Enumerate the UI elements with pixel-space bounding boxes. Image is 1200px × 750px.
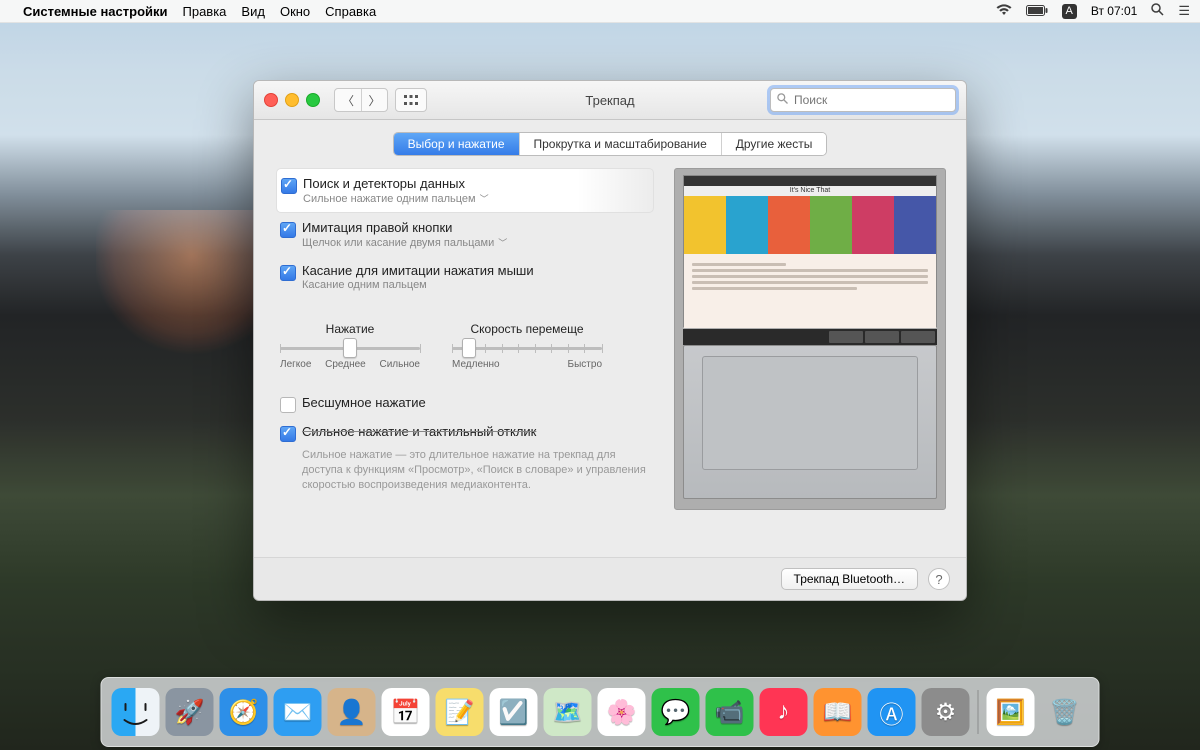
option-lookup[interactable]: Поиск и детекторы данных Сильное нажатие…: [276, 168, 654, 213]
tracking-speed-slider[interactable]: [452, 340, 602, 356]
checkbox-lookup[interactable]: [281, 178, 297, 194]
option-tap-title: Касание для имитации нажатия мыши: [302, 263, 654, 278]
dock-app-system-preferences[interactable]: ⚙: [922, 688, 970, 736]
trackpad-tabs: Выбор и нажатие Прокрутка и масштабирова…: [254, 120, 966, 168]
notification-center-icon[interactable]: ☰: [1178, 3, 1190, 19]
option-silent-click[interactable]: Бесшумное нажатие: [276, 388, 654, 417]
trackpad-content: Поиск и детекторы данных Сильное нажатие…: [254, 168, 966, 557]
input-source-indicator[interactable]: A: [1062, 4, 1077, 19]
nav-forward-button[interactable]: 〉: [361, 89, 387, 111]
menu-item-help[interactable]: Справка: [325, 4, 376, 19]
checkbox-secondary-click[interactable]: [280, 222, 296, 238]
menu-bar: Системные настройки Правка Вид Окно Спра…: [0, 0, 1200, 23]
battery-icon[interactable]: [1026, 4, 1048, 19]
checkbox-silent-click[interactable]: [280, 397, 296, 413]
speed-tick-fast: Быстро: [568, 359, 602, 370]
window-titlebar[interactable]: 〈 〉 Трекпад: [254, 81, 966, 120]
dock-tile-screenshot-tile[interactable]: 🖼️: [987, 688, 1035, 736]
option-force-title: Сильное нажатие и тактильный отклик: [302, 424, 654, 439]
dock-app-photos[interactable]: 🌸: [598, 688, 646, 736]
window-footer: Трекпад Bluetooth… ?: [254, 557, 966, 600]
dock-app-appstore[interactable]: Ⓐ: [868, 688, 916, 736]
click-tick-light: Легкое: [280, 359, 311, 370]
option-tap-to-click[interactable]: Касание для имитации нажатия мыши Касани…: [276, 256, 654, 298]
menu-app-name[interactable]: Системные настройки: [23, 4, 168, 19]
help-button[interactable]: ?: [928, 568, 950, 590]
dock-app-facetime[interactable]: 📹: [706, 688, 754, 736]
dock-app-itunes[interactable]: ♪: [760, 688, 808, 736]
prefs-search-input[interactable]: [792, 92, 951, 108]
window-minimize-button[interactable]: [285, 93, 299, 107]
dock: 🚀🧭✉️👤📅📝☑️🗺️🌸💬📹♪📖Ⓐ⚙ 🖼️ 🗑️: [101, 677, 1100, 747]
click-pressure-slider[interactable]: [280, 340, 420, 356]
option-secondary-click-title: Имитация правой кнопки: [302, 220, 654, 235]
menu-item-edit[interactable]: Правка: [183, 4, 227, 19]
dock-app-finder[interactable]: [112, 688, 160, 736]
search-icon: [777, 93, 788, 107]
prefs-search-field[interactable]: [770, 88, 956, 112]
dock-separator: [978, 690, 979, 734]
option-tap-sub: Касание одним пальцем: [302, 279, 654, 291]
trackpad-preferences-window: 〈 〉 Трекпад Выбор и нажатие Прокрутка и …: [253, 80, 967, 601]
wifi-icon[interactable]: [996, 4, 1012, 19]
option-lookup-title: Поиск и детекторы данных: [303, 176, 653, 191]
click-tick-firm: Сильное: [380, 359, 421, 370]
menu-clock[interactable]: Вт 07:01: [1091, 4, 1137, 18]
tab-point-click[interactable]: Выбор и нажатие: [394, 133, 519, 155]
dock-app-contacts[interactable]: 👤: [328, 688, 376, 736]
dock-app-ibooks[interactable]: 📖: [814, 688, 862, 736]
menu-item-view[interactable]: Вид: [241, 4, 265, 19]
click-tick-medium: Среднее: [325, 359, 366, 370]
window-close-button[interactable]: [264, 93, 278, 107]
window-zoom-button[interactable]: [306, 93, 320, 107]
dock-app-notes[interactable]: 📝: [436, 688, 484, 736]
bluetooth-trackpad-button[interactable]: Трекпад Bluetooth…: [781, 568, 918, 590]
click-slider-label: Нажатие: [280, 322, 420, 336]
speed-tick-slow: Медленно: [452, 359, 500, 370]
spotlight-icon[interactable]: [1151, 3, 1164, 19]
nav-back-button[interactable]: 〈: [335, 89, 361, 111]
option-lookup-sub[interactable]: Сильное нажатие одним пальцем: [303, 193, 476, 205]
dock-app-mail[interactable]: ✉️: [274, 688, 322, 736]
force-click-description: Сильное нажатие — это длительное нажатие…: [302, 448, 654, 493]
dock-app-calendar[interactable]: 📅: [382, 688, 430, 736]
tracking-speed-slider-block: Скорость перемеще Медленно Быстро: [452, 322, 602, 370]
dock-app-safari[interactable]: 🧭: [220, 688, 268, 736]
gesture-preview: It's Nice That: [674, 168, 946, 510]
checkbox-force-click[interactable]: [280, 426, 296, 442]
chevron-down-icon[interactable]: ﹀: [480, 194, 489, 204]
dock-app-reminders[interactable]: ☑️: [490, 688, 538, 736]
option-force-click[interactable]: Сильное нажатие и тактильный отклик: [276, 417, 654, 446]
dock-app-launchpad[interactable]: 🚀: [166, 688, 214, 736]
dock-app-maps[interactable]: 🗺️: [544, 688, 592, 736]
dock-trash[interactable]: 🗑️: [1041, 688, 1089, 736]
click-pressure-slider-block: Нажатие Легкое Среднее Сильное: [280, 322, 420, 370]
preview-caption: It's Nice That: [684, 186, 936, 196]
option-secondary-click[interactable]: Имитация правой кнопки Щелчок или касани…: [276, 213, 654, 256]
tab-more-gestures[interactable]: Другие жесты: [721, 133, 827, 155]
speed-slider-label: Скорость перемеще: [452, 322, 602, 336]
menu-item-window[interactable]: Окно: [280, 4, 310, 19]
chevron-down-icon[interactable]: ﹀: [498, 238, 507, 248]
option-secondary-click-sub[interactable]: Щелчок или касание двумя пальцами: [302, 237, 494, 249]
dock-app-messages[interactable]: 💬: [652, 688, 700, 736]
option-silent-title: Бесшумное нажатие: [302, 395, 654, 410]
checkbox-tap-to-click[interactable]: [280, 265, 296, 281]
nav-back-forward: 〈 〉: [334, 88, 388, 112]
show-all-prefs-button[interactable]: [395, 88, 427, 112]
tab-scroll-zoom[interactable]: Прокрутка и масштабирование: [519, 133, 721, 155]
